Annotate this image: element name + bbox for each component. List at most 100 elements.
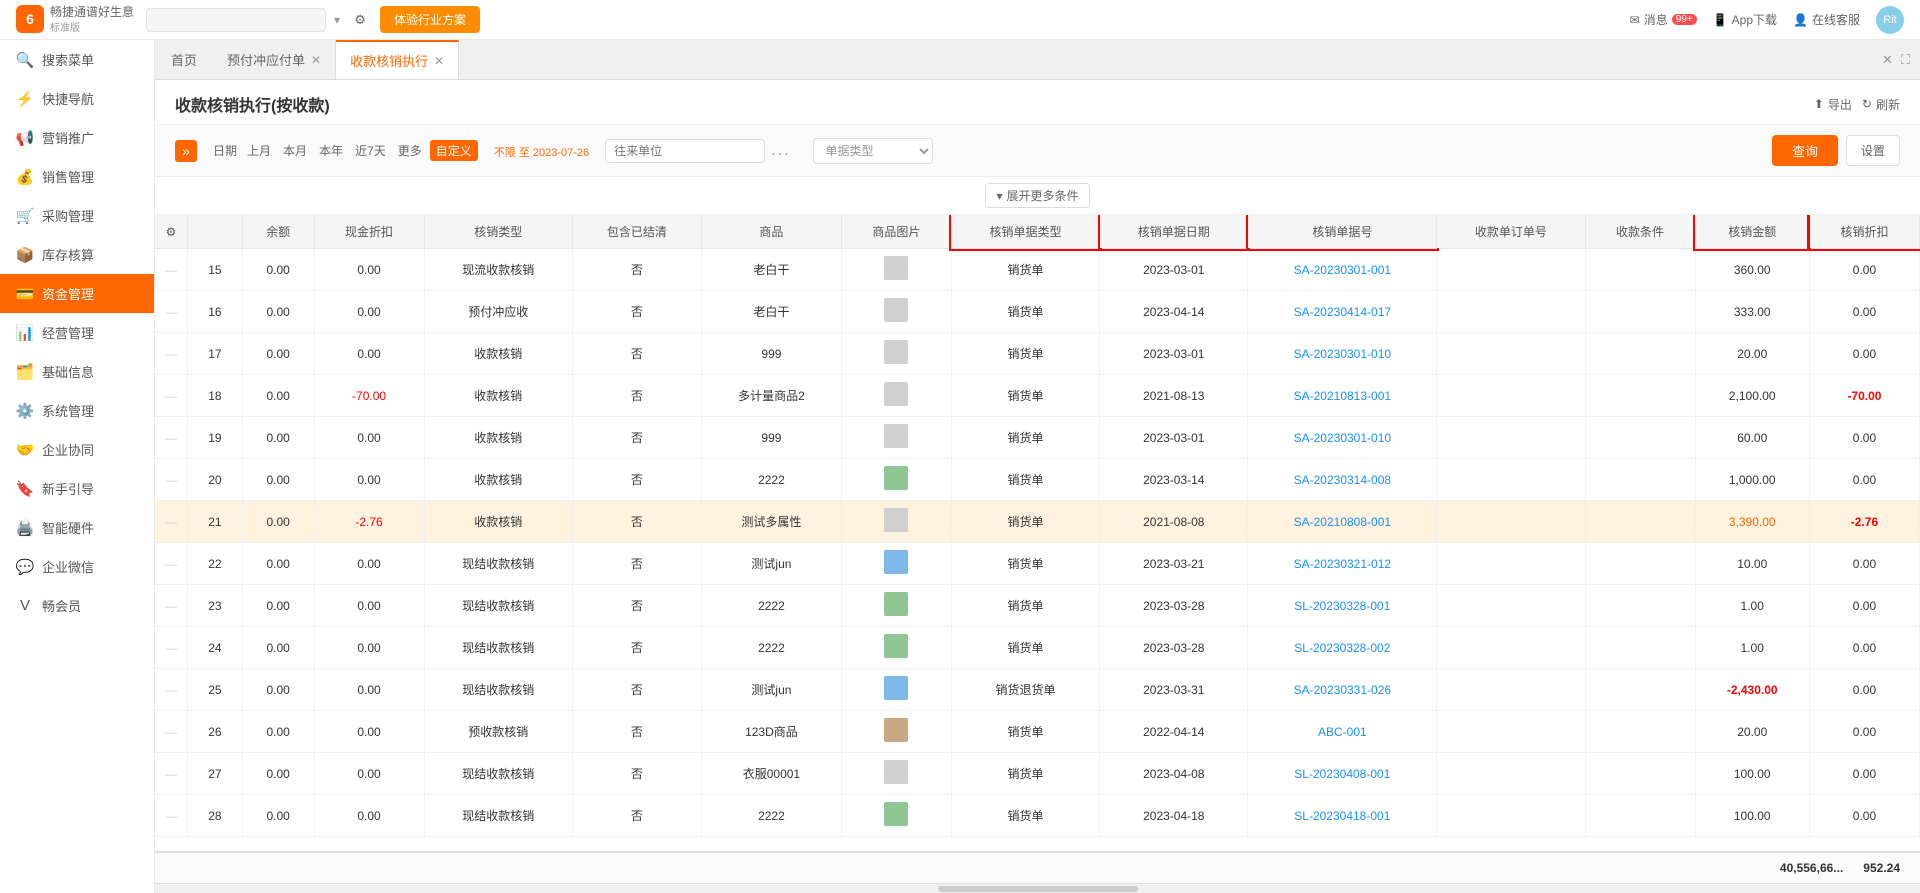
date-btn-7days[interactable]: 近7天 [351, 140, 390, 161]
basic-icon: 🗂️ [16, 363, 34, 381]
cell-included: 否 [572, 375, 701, 417]
table-row: — 21 0.00 -2.76 收款核销 否 测试多属性 销货单 2021-08… [155, 501, 1920, 543]
messages-badge: 99+ [1672, 14, 1697, 25]
sidebar-item-search[interactable]: 🔍搜索菜单 [0, 40, 154, 79]
sidebar-item-finance[interactable]: 💳资金管理 [0, 274, 154, 313]
table-container[interactable]: ⚙ 余额 现金折扣 核销类型 包含已结清 商品 商品图片 核销单据类型 核销单据… [155, 215, 1920, 851]
cell-goods: 老白干 [702, 249, 842, 291]
sidebar-item-basic[interactable]: 🗂️ 基础信息 [0, 352, 154, 391]
refresh-button[interactable]: ↻ 刷新 [1862, 96, 1900, 113]
online-service-button[interactable]: 👤 在线客服 [1793, 11, 1860, 28]
cell-receipt-condition [1585, 711, 1695, 753]
settings-button[interactable]: 设置 [1846, 135, 1900, 166]
sidebar-item-guide[interactable]: 🔖新手引导 [0, 469, 154, 508]
cell-cash-discount: 0.00 [314, 543, 424, 585]
app-download-button[interactable]: 📱 App下载 [1713, 11, 1777, 28]
cell-bill-no: SA-20230321-012 [1248, 543, 1437, 585]
cell-bill-no: SA-20230301-010 [1248, 333, 1437, 375]
tab-receipts-close[interactable]: ✕ [434, 54, 444, 68]
cell-gear: — [155, 753, 188, 795]
main-layout: 🔍搜索菜单⚡快捷导航 📢 营销推广 💰销售管理🛒采购管理📦库存核算💳资金管理📊经营管理… [0, 40, 1920, 893]
sidebar-item-quick[interactable]: ⚡快捷导航 [0, 79, 154, 118]
purchase-icon: 🛒 [16, 207, 34, 225]
scrollbar-thumb[interactable] [938, 886, 1138, 892]
cell-goods: 2222 [702, 627, 842, 669]
sidebar-item-member[interactable]: V畅会员 [0, 586, 154, 625]
cell-seq: 28 [188, 795, 243, 837]
cell-bill-no: SL-20230328-002 [1248, 627, 1437, 669]
date-label: 日期 [213, 142, 237, 159]
sidebar-item-operation[interactable]: 📊经营管理 [0, 313, 154, 352]
sidebar-item-sales[interactable]: 💰销售管理 [0, 157, 154, 196]
cell-verify-amount: 1,000.00 [1695, 459, 1809, 501]
cell-included: 否 [572, 249, 701, 291]
cell-cash-discount: 0.00 [314, 333, 424, 375]
top-bar: 6 畅捷通谱好生意 标准版 ▾ ⚙ 体验行业方案 ✉ 消息 99+ 📱 App下… [0, 0, 1920, 40]
sidebar-label-basic: 基础信息 [42, 362, 94, 381]
cell-gear: — [155, 459, 188, 501]
tab-expand-icon[interactable]: ⛶ [1901, 52, 1910, 68]
footer-total-amount: 40,556,66... [1780, 861, 1843, 875]
gear-icon[interactable]: ⚙ [348, 8, 372, 32]
tab-home[interactable]: 首页 [155, 40, 213, 79]
user-avatar[interactable]: Rit [1876, 6, 1904, 34]
cell-receipt-order [1437, 459, 1585, 501]
service-icon: 👤 [1793, 13, 1808, 27]
messages-button[interactable]: ✉ 消息 99+ [1630, 11, 1697, 28]
cell-bill-date: 2023-04-08 [1100, 753, 1248, 795]
data-table: ⚙ 余额 现金折扣 核销类型 包含已结清 商品 商品图片 核销单据类型 核销单据… [155, 215, 1920, 837]
sidebar-item-inventory[interactable]: 📦库存核算 [0, 235, 154, 274]
counterparty-input[interactable] [605, 139, 765, 163]
tab-prepay[interactable]: 预付冲应付单 ✕ [213, 40, 336, 79]
cell-verify-discount: 0.00 [1809, 795, 1919, 837]
sidebar-item-wechat[interactable]: 💬企业微信 [0, 547, 154, 586]
sidebar-item-collab[interactable]: 🤝企业协同 [0, 430, 154, 469]
date-btn-last-month[interactable]: 上月 [243, 140, 275, 161]
billtype-select[interactable]: 单据类型 [813, 138, 933, 164]
cell-gear: — [155, 669, 188, 711]
industry-button[interactable]: 体验行业方案 [380, 6, 480, 33]
marketing-icon: 📢 [16, 129, 34, 147]
table-row: — 16 0.00 0.00 预付冲应收 否 老白干 销货单 2023-04-1… [155, 291, 1920, 333]
horizontal-scrollbar[interactable] [155, 883, 1920, 893]
cell-included: 否 [572, 585, 701, 627]
cell-verify-type: 现结收款核销 [424, 669, 572, 711]
th-bill-no: 核销单据号 [1248, 215, 1437, 249]
cell-verify-amount: 360.00 [1695, 249, 1809, 291]
guide-icon: 🔖 [16, 480, 34, 498]
operation-icon: 📊 [16, 324, 34, 342]
th-included: 包含已结清 [572, 215, 701, 249]
top-bar-center: ▾ ⚙ 体验行业方案 [146, 6, 1618, 33]
tab-prepay-close[interactable]: ✕ [311, 53, 321, 67]
sidebar-item-smart[interactable]: 🖨️智能硬件 [0, 508, 154, 547]
query-button[interactable]: 查询 [1772, 135, 1838, 166]
date-btn-custom[interactable]: 自定义 [430, 140, 478, 161]
cell-cash-discount: -70.00 [314, 375, 424, 417]
sidebar-item-purchase[interactable]: 🛒采购管理 [0, 196, 154, 235]
date-btn-this-month[interactable]: 本月 [279, 140, 311, 161]
export-button[interactable]: ⬆ 导出 [1814, 96, 1852, 113]
date-btn-more[interactable]: 更多 [394, 140, 426, 161]
table-row: — 24 0.00 0.00 现结收款核销 否 2222 销货单 2023-03… [155, 627, 1920, 669]
cell-receipt-order [1437, 627, 1585, 669]
dropdown-icon[interactable]: ▾ [334, 13, 340, 27]
table-row: — 17 0.00 0.00 收款核销 否 999 销货单 2023-03-01… [155, 333, 1920, 375]
search-input[interactable] [146, 8, 326, 32]
sidebar-item-marketing[interactable]: 📢 营销推广 [0, 118, 154, 157]
sidebar-item-system[interactable]: ⚙️系统管理 [0, 391, 154, 430]
tab-receipts[interactable]: 收款核销执行 ✕ [336, 40, 459, 79]
sidebar-label-smart: 智能硬件 [42, 518, 94, 537]
cell-bill-no: SA-20210813-001 [1248, 375, 1437, 417]
counterparty-dots[interactable]: ... [771, 142, 790, 160]
cell-balance: 0.00 [242, 669, 314, 711]
tab-close-all-icon[interactable]: ✕ [1882, 52, 1893, 68]
cell-gear: — [155, 501, 188, 543]
cell-gear: — [155, 585, 188, 627]
cell-receipt-condition [1585, 417, 1695, 459]
date-btn-this-year[interactable]: 本年 [315, 140, 347, 161]
sidebar-label-marketing: 营销推广 [42, 128, 94, 147]
expand-conditions-button[interactable]: ▾ 展开更多条件 [985, 183, 1089, 208]
filter-toggle-btn[interactable]: » [175, 140, 197, 162]
sidebar-label-collab: 企业协同 [42, 440, 94, 459]
th-gear[interactable]: ⚙ [155, 215, 188, 249]
